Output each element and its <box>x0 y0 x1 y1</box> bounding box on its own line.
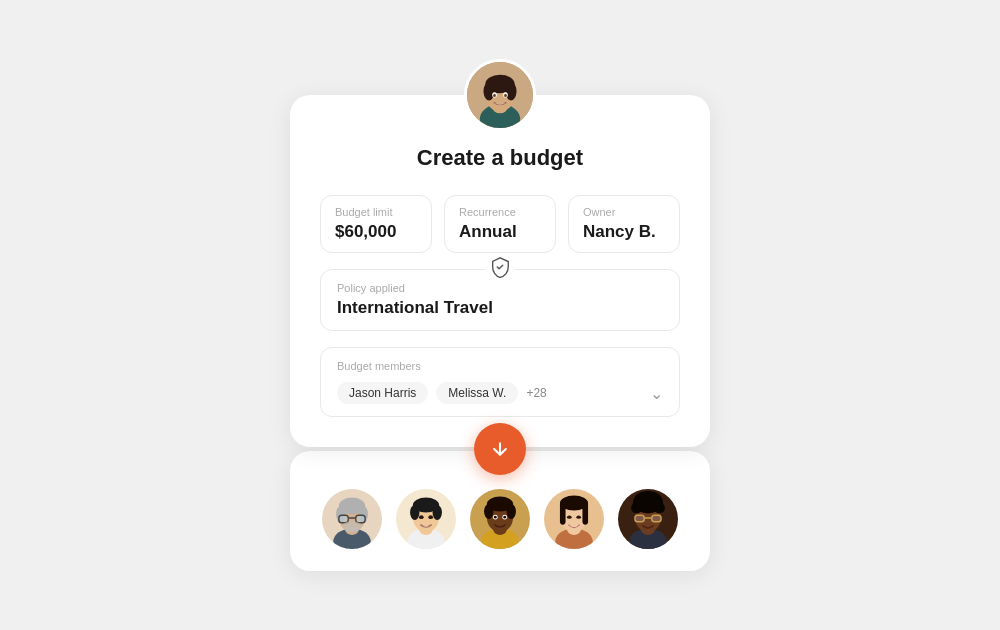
svg-point-40 <box>494 516 497 519</box>
members-box[interactable]: Budget members Jason Harris Melissa W. +… <box>320 347 680 417</box>
svg-point-36 <box>484 504 493 519</box>
member-avatar-2 <box>394 487 458 551</box>
budget-limit-value: $60,000 <box>335 222 417 242</box>
owner-box: Owner Nancy B. <box>568 195 680 253</box>
card-title: Create a budget <box>320 145 680 171</box>
svg-point-10 <box>504 94 507 98</box>
member-avatar-1 <box>320 487 384 551</box>
member-avatar-5 <box>616 487 680 551</box>
member-tags: Jason Harris Melissa W. +28 <box>337 382 547 404</box>
svg-rect-62 <box>652 515 661 522</box>
policy-value: International Travel <box>337 298 663 318</box>
member-tag-2: Melissa W. <box>436 382 518 404</box>
page-wrapper: Create a budget Budget limit $60,000 Rec… <box>290 59 710 571</box>
next-button[interactable] <box>474 423 526 475</box>
svg-rect-61 <box>635 515 644 522</box>
recurrence-label: Recurrence <box>459 206 541 218</box>
svg-point-30 <box>428 515 433 519</box>
owner-label: Owner <box>583 206 665 218</box>
members-row: Jason Harris Melissa W. +28 ⌄ <box>337 382 663 404</box>
svg-point-6 <box>506 82 517 100</box>
more-members-badge: +28 <box>526 386 546 400</box>
owner-value: Nancy B. <box>583 222 665 242</box>
shield-icon <box>485 256 515 282</box>
svg-point-5 <box>484 82 495 100</box>
members-label: Budget members <box>337 360 663 372</box>
budget-limit-label: Budget limit <box>335 206 417 218</box>
member-avatar-3 <box>468 487 532 551</box>
policy-label: Policy applied <box>337 282 663 294</box>
svg-point-29 <box>419 515 424 519</box>
svg-point-49 <box>567 515 572 518</box>
svg-point-27 <box>410 505 419 520</box>
svg-point-28 <box>433 505 442 520</box>
svg-rect-19 <box>356 515 365 523</box>
policy-box: Policy applied International Travel <box>320 269 680 331</box>
avatar <box>464 59 536 131</box>
svg-point-50 <box>576 515 581 518</box>
svg-point-9 <box>493 94 496 98</box>
svg-point-37 <box>507 504 516 519</box>
svg-rect-18 <box>339 515 348 523</box>
member-tag-1: Jason Harris <box>337 382 428 404</box>
budget-limit-box: Budget limit $60,000 <box>320 195 432 253</box>
member-avatar-4 <box>542 487 606 551</box>
arrow-button-wrapper <box>474 423 526 475</box>
svg-point-60 <box>643 496 652 505</box>
svg-rect-47 <box>560 502 566 525</box>
svg-rect-48 <box>582 502 588 525</box>
svg-point-41 <box>503 516 506 519</box>
recurrence-value: Annual <box>459 222 541 242</box>
info-row: Budget limit $60,000 Recurrence Annual O… <box>320 195 680 253</box>
recurrence-box: Recurrence Annual <box>444 195 556 253</box>
main-card: Create a budget Budget limit $60,000 Rec… <box>290 95 710 447</box>
chevron-down-icon[interactable]: ⌄ <box>650 384 663 403</box>
